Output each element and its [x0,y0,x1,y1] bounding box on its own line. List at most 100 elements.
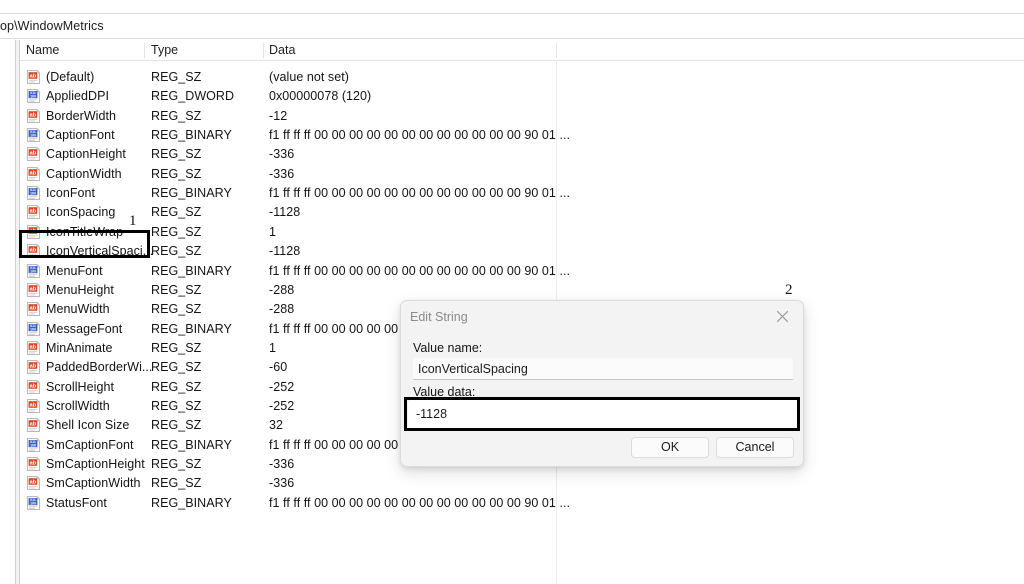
cell-type: REG_SZ [151,457,202,471]
svg-text:ab: ab [30,209,37,215]
cell-name: Shell Icon Size [46,418,130,433]
value-data-input[interactable] [408,400,798,429]
svg-text:100: 100 [30,501,36,505]
value-name-input[interactable] [413,358,793,380]
close-icon[interactable] [764,301,800,331]
string-value-icon: ab [26,70,41,84]
svg-text:100: 100 [30,327,36,331]
table-row[interactable]: ab BorderWidth REG_SZ -12 [20,107,1024,126]
cell-type: REG_SZ [151,340,202,355]
address-bar[interactable]: op\WindowMetrics [0,15,1024,39]
column-header-name[interactable]: Name [26,43,59,57]
cell-data: -1128 [269,205,301,220]
registry-tree-pane[interactable] [0,40,16,584]
cell-name: MinAnimate [46,340,113,355]
cell-name: ScrollHeight [46,379,114,394]
cell-name: IconSpacing [46,205,116,220]
column-divider-name-type[interactable] [144,43,145,58]
cell-type: REG_SZ [151,379,202,394]
cell-data: 0x00000078 (120) [269,89,372,104]
table-row[interactable]: ab IconTitleWrap REG_SZ 1 [20,223,1024,242]
table-row[interactable]: ab SmCaptionWidth REG_SZ -336 [20,474,1024,493]
cancel-button[interactable]: Cancel [716,437,794,458]
cell-type: REG_BINARY [151,495,232,510]
cell-type: REG_BINARY [151,321,232,336]
cell-type: REG_SZ [151,282,202,297]
svg-text:ab: ab [30,364,37,370]
column-divider-type-data[interactable] [263,43,264,58]
table-row[interactable]: 011 100 MenuFont REG_BINARY f1 ff ff ff 00 0… [20,262,1024,281]
string-value-icon: ab [26,205,41,220]
svg-text:ab: ab [30,461,37,467]
column-header-data[interactable]: Data [269,43,295,57]
cell-name: ScrollWidth [46,398,110,413]
cell-name: IconVerticalSpaci... [46,244,154,259]
edit-string-dialog: Edit String Value name: Value data: OK C… [400,300,804,467]
cell-data: f1 ff ff ff 00 00 00 00 00 00 00 00 00 0… [269,128,571,143]
table-row[interactable]: ab IconVerticalSpaci... REG_SZ -1128 [20,242,1024,261]
table-row[interactable]: ab CaptionHeight REG_SZ -336 [20,145,1024,164]
registry-editor-window: op\WindowMetrics Name Type Data ab (Defau… [0,0,1024,584]
svg-text:100: 100 [30,192,36,196]
cell-data: -252 [269,379,295,394]
cell-data: -12 [269,108,288,123]
string-value-icon: ab [26,108,41,123]
cell-data: -288 [269,282,295,297]
string-value-icon: ab [26,302,41,317]
column-header-type[interactable]: Type [151,43,178,57]
cell-type: REG_SZ [151,360,202,375]
cell-name: MenuWidth [46,302,110,317]
cell-data: -252 [269,398,295,413]
cell-data: f1 ff ff ff 00 00 00 00 00 [269,321,399,336]
svg-text:ab: ab [30,228,37,234]
binary-value-icon: 011 100 [26,321,41,336]
values-list-header: Name Type Data [20,40,1024,61]
cell-type: REG_DWORD [151,89,235,104]
column-divider-data-end[interactable] [556,43,557,58]
cell-data: -60 [269,360,288,375]
string-value-icon: ab [26,398,41,413]
value-data-label: Value data: [413,385,476,399]
cell-data: -336 [269,166,295,181]
cell-name: CaptionFont [46,128,115,143]
cell-name: CaptionHeight [46,147,126,162]
cell-name: BorderWidth [46,108,117,123]
table-row[interactable]: 011 100 StatusFont REG_BINARY f1 ff ff ff 00… [20,494,1024,513]
svg-text:ab: ab [30,151,37,157]
table-row[interactable]: ab CaptionWidth REG_SZ -336 [20,165,1024,184]
string-value-icon: ab [26,147,41,162]
table-row[interactable]: 011 100 AppliedDPI REG_DWORD 0x00000078 (120… [20,87,1024,106]
cell-type: REG_SZ [151,476,202,491]
string-value-icon: ab [26,340,41,355]
cell-name: AppliedDPI [46,89,110,104]
table-row[interactable]: ab (Default) REG_SZ (value not set) [20,68,1024,87]
svg-text:ab: ab [30,306,37,312]
cell-type: REG_SZ [151,224,202,239]
annotation-marker-1: 1 [129,213,137,229]
dialog-title: Edit String [410,310,468,324]
cell-data: 32 [269,418,284,433]
ok-button[interactable]: OK [631,437,709,458]
cell-data: -336 [269,457,295,471]
table-row[interactable]: ab IconSpacing REG_SZ -1128 [20,203,1024,222]
svg-text:100: 100 [30,443,36,447]
table-row[interactable]: ab MenuHeight REG_SZ -288 [20,281,1024,300]
svg-text:ab: ab [30,248,37,254]
svg-text:ab: ab [30,422,37,428]
binary-value-icon: 011 100 [26,186,41,201]
cell-name: MenuHeight [46,282,114,297]
cell-data: f1 ff ff ff 00 00 00 00 00 00 00 00 00 0… [269,186,571,201]
cell-type: REG_SZ [151,70,202,84]
table-row[interactable]: 011 100 CaptionFont REG_BINARY f1 ff ff ff 0… [20,126,1024,145]
svg-text:ab: ab [30,480,37,486]
svg-text:100: 100 [30,134,36,138]
dialog-titlebar[interactable]: Edit String [401,301,803,332]
cell-data: f1 ff ff ff 00 00 00 00 00 [269,437,399,452]
cell-data: (value not set) [269,70,349,84]
cell-name: MenuFont [46,263,103,278]
table-row[interactable]: 011 100 IconFont REG_BINARY f1 ff ff ff 00 0… [20,184,1024,203]
cell-name: PaddedBorderWi... [46,360,153,375]
cell-name: StatusFont [46,495,107,510]
cell-name: SmCaptionFont [46,437,134,452]
string-value-icon: ab [26,166,41,181]
